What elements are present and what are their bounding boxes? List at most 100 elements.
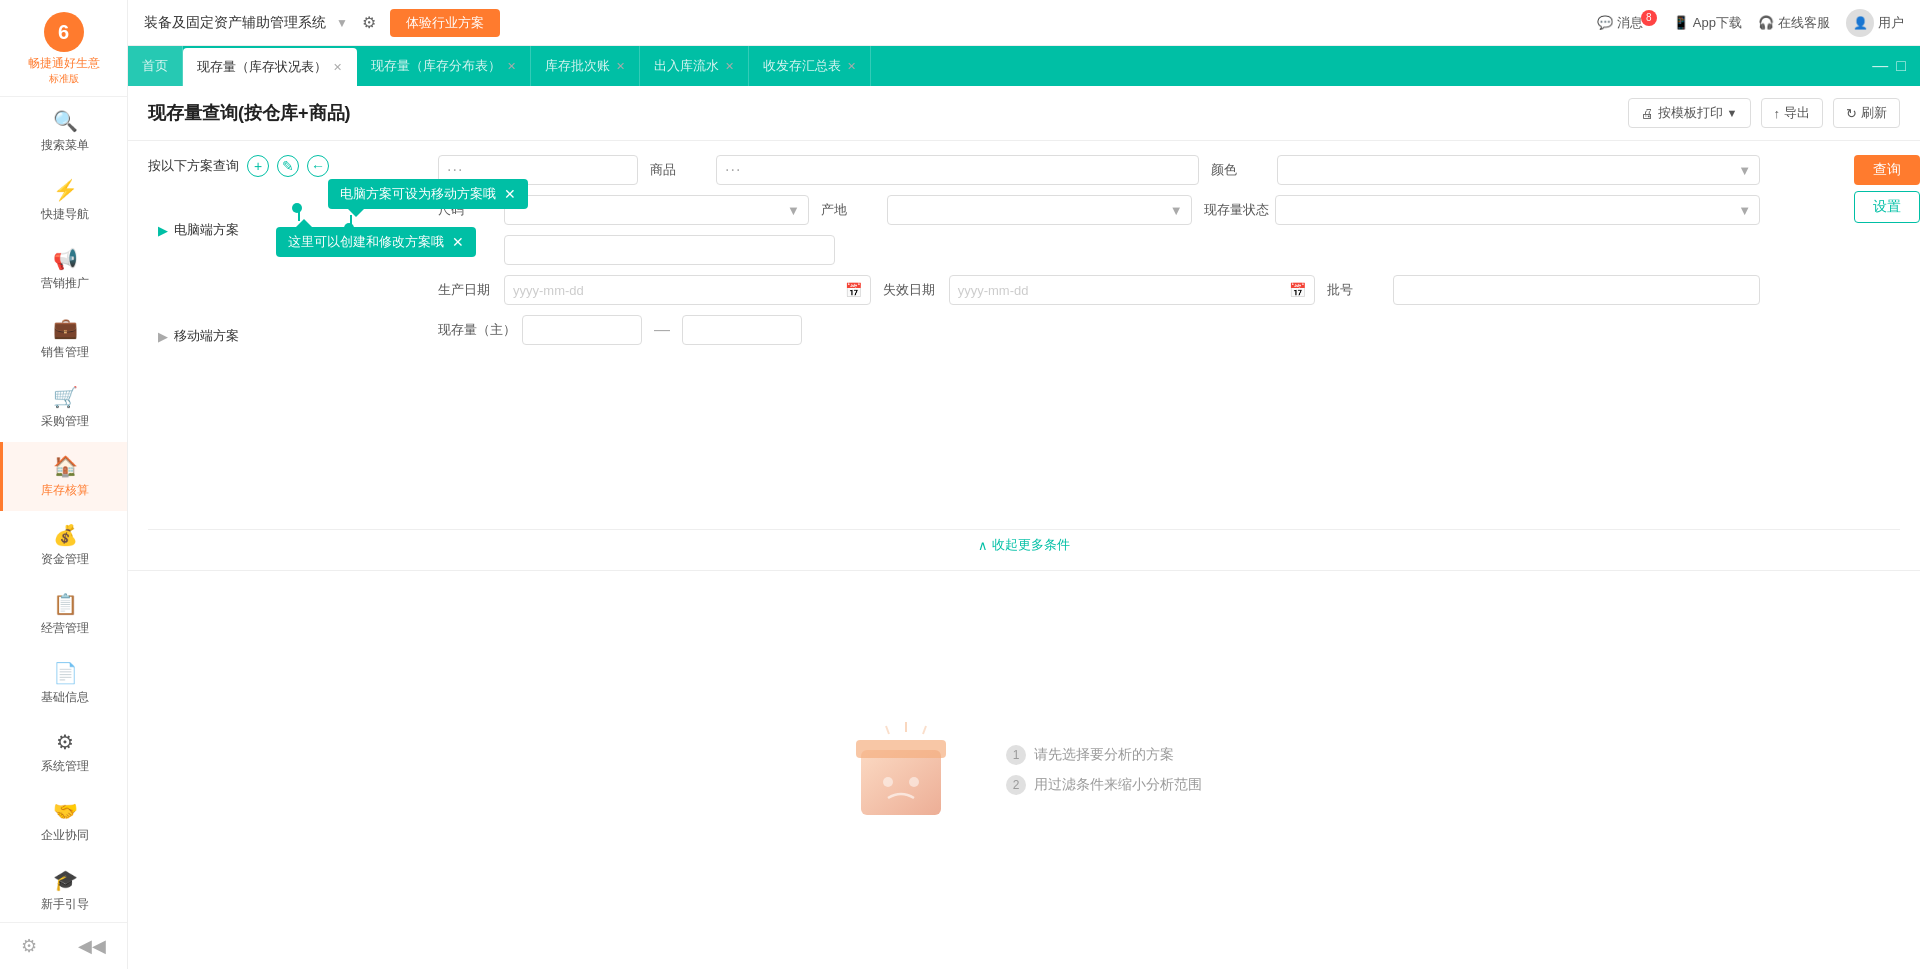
collapse-row[interactable]: ∧ 收起更多条件 — [148, 529, 1900, 560]
export-btn[interactable]: ↑ 导出 — [1761, 98, 1824, 128]
sidebar-item-inventory[interactable]: 🏠 库存核算 — [0, 442, 127, 511]
settings-query-btn[interactable]: 设置 — [1854, 191, 1920, 223]
tab-in-out-flow[interactable]: 出入库流水 ✕ — [640, 46, 749, 86]
basicinfo-icon: 📄 — [53, 661, 78, 685]
tab-batch-ledger[interactable]: 库存批次账 ✕ — [531, 46, 640, 86]
tab-home-label: 首页 — [142, 57, 168, 75]
query-btn[interactable]: 查询 — [1854, 155, 1920, 185]
tab-stock-status[interactable]: 现存量（库存状况表） ✕ — [183, 48, 357, 86]
stock-status-select[interactable]: ▼ — [1275, 195, 1760, 225]
filter-arrow-btn[interactable]: ← — [307, 155, 329, 177]
goods-input[interactable]: ··· — [716, 155, 1199, 185]
color-label: 颜色 — [1211, 161, 1271, 179]
filter-row-4: 生产日期 yyyy-mm-dd 📅 失效日期 yyyy-mm-dd 📅 — [438, 275, 1840, 305]
tab-actions: — □ — [1858, 57, 1920, 75]
tab-home[interactable]: 首页 — [128, 46, 183, 86]
prod-date-placeholder: yyyy-mm-dd — [513, 283, 584, 298]
finance-icon: 💰 — [53, 523, 78, 547]
tab-in-out-flow-close[interactable]: ✕ — [725, 60, 734, 73]
expire-date-placeholder: yyyy-mm-dd — [958, 283, 1029, 298]
sidebar-item-system[interactable]: ⚙ 系统管理 — [0, 718, 127, 787]
tab-stock-status-close[interactable]: ✕ — [333, 61, 342, 74]
filter-field-color: 颜色 ▼ — [1211, 155, 1760, 185]
batch-input[interactable] — [1393, 275, 1760, 305]
expire-date-input[interactable]: yyyy-mm-dd 📅 — [949, 275, 1316, 305]
user-label: 用户 — [1878, 14, 1904, 32]
empty-hint-1: 1 请先选择要分析的方案 — [1006, 745, 1202, 765]
tabbar: 首页 现存量（库存状况表） ✕ 现存量（库存分布表） ✕ 库存批次账 ✕ 出入库… — [128, 46, 1920, 86]
refresh-label: 刷新 — [1861, 104, 1887, 122]
sidebar-item-finance[interactable]: 💰 资金管理 — [0, 511, 127, 580]
tab-batch-ledger-close[interactable]: ✕ — [616, 60, 625, 73]
page-header-actions: 🖨 按模板打印 ▼ ↑ 导出 ↻ 刷新 — [1628, 98, 1900, 140]
svg-rect-0 — [861, 750, 941, 815]
tab-recv-send-label: 收发存汇总表 — [763, 57, 841, 75]
sidebar-item-label: 库存核算 — [41, 482, 89, 499]
sidebar-item-enterprise[interactable]: 🤝 企业协同 — [0, 787, 127, 856]
sidebar-item-operations[interactable]: 📋 经营管理 — [0, 580, 127, 649]
range-separator: — — [648, 321, 676, 339]
sidebar-logo: 6 畅捷通好生意 标准版 — [0, 0, 127, 97]
tooltip1-close[interactable]: ✕ — [504, 186, 516, 202]
empty-hints: 1 请先选择要分析的方案 2 用过滤条件来缩小分析范围 — [1006, 745, 1202, 795]
tooltip-create-scheme: 这里可以创建和修改方案哦 ✕ — [276, 227, 476, 257]
user-item[interactable]: 👤 用户 — [1846, 9, 1904, 37]
tab-batch-ledger-label: 库存批次账 — [545, 57, 610, 75]
filter-field-expire-date: 失效日期 yyyy-mm-dd 📅 — [883, 275, 1316, 305]
topbar: 装备及固定资产辅助管理系统 ▼ ⚙ 体验行业方案 💬 消息 8 📱 App下载 … — [128, 0, 1920, 46]
sidebar-menu: 🔍 搜索菜单 ⚡ 快捷导航 📢 营销推广 💼 销售管理 🛒 采购管理 🏠 库存核… — [0, 97, 127, 922]
marketing-icon: 📢 — [53, 247, 78, 271]
sidebar-item-sales[interactable]: 💼 销售管理 — [0, 304, 127, 373]
tooltip2-close[interactable]: ✕ — [452, 234, 464, 250]
notification-item[interactable]: 💬 消息 8 — [1597, 14, 1657, 32]
tab-recv-send-close[interactable]: ✕ — [847, 60, 856, 73]
filter-row-2: 尺码 ▼ 产地 ▼ 现存量状态 — [438, 195, 1840, 225]
expire-date-label: 失效日期 — [883, 281, 943, 299]
tab-recv-send[interactable]: 收发存汇总表 ✕ — [749, 46, 871, 86]
tab-stock-dist-close[interactable]: ✕ — [507, 60, 516, 73]
industry-solution-btn[interactable]: 体验行业方案 — [390, 9, 500, 37]
tab-stock-dist[interactable]: 现存量（库存分布表） ✕ — [357, 46, 531, 86]
size-select[interactable]: ▼ — [504, 195, 809, 225]
sidebar-item-newguide[interactable]: 🎓 新手引导 — [0, 856, 127, 922]
hint-num-1: 1 — [1006, 745, 1026, 765]
sidebar-item-purchase[interactable]: 🛒 采购管理 — [0, 373, 127, 442]
sidebar-item-label: 销售管理 — [41, 344, 89, 361]
sidebar-item-marketing[interactable]: 📢 营销推广 — [0, 235, 127, 304]
service-icon: 🎧 — [1758, 15, 1774, 30]
sidebar-collapse-btn[interactable]: ◀◀ — [78, 935, 106, 957]
filter-edit-btn[interactable]: ✎ — [277, 155, 299, 177]
stock-qty-to[interactable] — [682, 315, 802, 345]
hint-text-2: 用过滤条件来缩小分析范围 — [1034, 776, 1202, 794]
online-service-item[interactable]: 🎧 在线客服 — [1758, 14, 1830, 32]
stock-qty-from[interactable] — [522, 315, 642, 345]
app-logo-icon: 6 — [44, 12, 84, 52]
sidebar-item-label: 企业协同 — [41, 827, 89, 844]
chevron-up-icon: ∧ — [978, 538, 988, 553]
filter-field-stock-qty: 现存量（主） — — [438, 315, 967, 345]
color-select[interactable]: ▼ — [1277, 155, 1760, 185]
refresh-btn[interactable]: ↻ 刷新 — [1833, 98, 1900, 128]
tab-collapse-btn[interactable]: — — [1868, 57, 1892, 75]
app-logo-title: 畅捷通好生意 — [28, 56, 100, 72]
empty-svg — [846, 710, 966, 830]
sidebar-item-label: 资金管理 — [41, 551, 89, 568]
tab-expand-btn[interactable]: □ — [1892, 57, 1910, 75]
print-btn[interactable]: 🖨 按模板打印 ▼ — [1628, 98, 1751, 128]
calendar-icon-2: 📅 — [1289, 282, 1306, 298]
system-selector-chevron[interactable]: ▼ — [336, 16, 348, 30]
sidebar-item-quicknav[interactable]: ⚡ 快捷导航 — [0, 166, 127, 235]
app-download-item[interactable]: 📱 App下载 — [1673, 14, 1742, 32]
sidebar-item-search[interactable]: 🔍 搜索菜单 — [0, 97, 127, 166]
prod-date-input[interactable]: yyyy-mm-dd 📅 — [504, 275, 871, 305]
sidebar-settings-btn[interactable]: ⚙ — [21, 935, 37, 957]
hint-num-2: 2 — [1006, 775, 1026, 795]
svg-line-5 — [886, 726, 889, 734]
collapse-label: 收起更多条件 — [992, 536, 1070, 554]
filter-add-btn[interactable]: + — [247, 155, 269, 177]
gear-icon[interactable]: ⚙ — [362, 13, 376, 32]
page-header: 现存量查询(按仓库+商品) 🖨 按模板打印 ▼ ↑ 导出 ↻ 刷新 — [128, 86, 1920, 141]
origin-select[interactable]: ▼ — [887, 195, 1192, 225]
sidebar-item-basicinfo[interactable]: 📄 基础信息 — [0, 649, 127, 718]
warehouse-select[interactable] — [504, 235, 835, 265]
